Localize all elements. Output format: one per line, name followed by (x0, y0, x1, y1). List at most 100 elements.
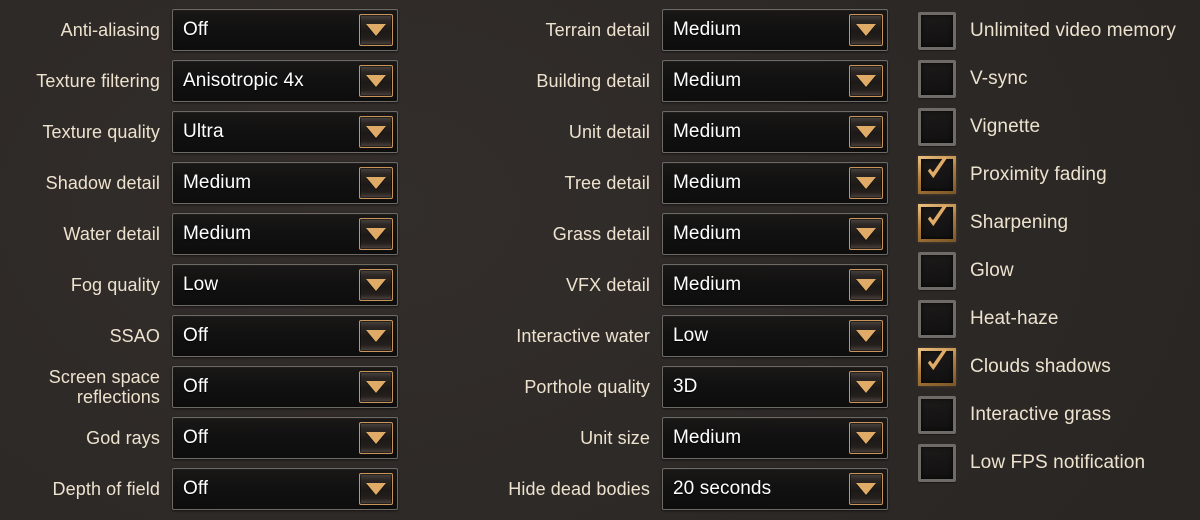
dropdown-anti-aliasing[interactable]: Off (172, 9, 398, 51)
chevron-down-icon[interactable] (359, 422, 393, 454)
chevron-down-icon[interactable] (359, 167, 393, 199)
dropdown-hide-dead-bodies[interactable]: 20 seconds (662, 468, 888, 510)
toggle-row-unlimited-video-memory[interactable]: Unlimited video memory (918, 11, 1200, 51)
chevron-down-icon[interactable] (849, 116, 883, 148)
chevron-down-icon[interactable] (359, 218, 393, 250)
check-icon (927, 348, 948, 371)
dropdown-terrain-detail[interactable]: Medium (662, 9, 888, 51)
dropdown-grass-detail[interactable]: Medium (662, 213, 888, 255)
dropdown-interactive-water[interactable]: Low (662, 315, 888, 357)
chevron-down-icon[interactable] (849, 14, 883, 46)
checkbox-unlimited-video-memory[interactable] (918, 12, 956, 50)
chevron-down-icon[interactable] (359, 269, 393, 301)
toggle-row-glow[interactable]: Glow (918, 251, 1200, 291)
setting-label-shadow-detail: Shadow detail (45, 173, 160, 193)
setting-row-screen-space-reflections: Screen space reflections Off (0, 366, 400, 408)
toggle-row-proximity-fading[interactable]: Proximity fading (918, 155, 1200, 195)
dropdown-god-rays[interactable]: Off (172, 417, 398, 459)
dropdown-depth-of-field[interactable]: Off (172, 468, 398, 510)
dropdown-value-screen-space-reflections: Off (183, 376, 209, 397)
chevron-down-icon[interactable] (849, 218, 883, 250)
toggle-label-vignette: Vignette (970, 116, 1041, 137)
toggle-label-proximity-fading: Proximity fading (970, 164, 1107, 185)
checkbox-v-sync[interactable] (918, 60, 956, 98)
toggle-row-v-sync[interactable]: V-sync (918, 59, 1200, 99)
chevron-down-icon[interactable] (359, 14, 393, 46)
setting-row-anti-aliasing: Anti-aliasing Off (0, 9, 400, 51)
dropdown-tree-detail[interactable]: Medium (662, 162, 888, 204)
chevron-down-icon[interactable] (359, 371, 393, 403)
chevron-down-glyph (856, 75, 876, 87)
setting-row-water-detail: Water detail Medium (0, 213, 400, 255)
dropdown-vfx-detail[interactable]: Medium (662, 264, 888, 306)
dropdown-screen-space-reflections[interactable]: Off (172, 366, 398, 408)
dropdown-value-interactive-water: Low (673, 325, 709, 346)
toggle-label-clouds-shadows: Clouds shadows (970, 356, 1111, 377)
chevron-down-icon[interactable] (359, 116, 393, 148)
checkbox-proximity-fading[interactable] (918, 156, 956, 194)
graphics-settings-panel: Anti-aliasing Off Texture filtering Anisotr… (0, 0, 1200, 520)
chevron-down-glyph (366, 75, 386, 87)
toggle-row-sharpening[interactable]: Sharpening (918, 203, 1200, 243)
checkbox-clouds-shadows[interactable] (918, 348, 956, 386)
dropdown-ssao[interactable]: Off (172, 315, 398, 357)
toggle-label-low-fps-notification: Low FPS notification (970, 452, 1146, 473)
chevron-down-icon[interactable] (849, 371, 883, 403)
checkbox-vignette[interactable] (918, 108, 956, 146)
chevron-down-icon[interactable] (849, 167, 883, 199)
toggle-row-low-fps-notification[interactable]: Low FPS notification (918, 443, 1200, 483)
checkbox-glow[interactable] (918, 252, 956, 290)
dropdown-value-texture-filtering: Anisotropic 4x (183, 70, 304, 91)
dropdown-texture-filtering[interactable]: Anisotropic 4x (172, 60, 398, 102)
setting-row-texture-filtering: Texture filtering Anisotropic 4x (0, 60, 400, 102)
setting-label-unit-detail: Unit detail (568, 122, 650, 142)
chevron-down-icon[interactable] (849, 422, 883, 454)
setting-label-hide-dead-bodies: Hide dead bodies (508, 479, 650, 499)
chevron-down-icon[interactable] (849, 473, 883, 505)
dropdown-fog-quality[interactable]: Low (172, 264, 398, 306)
chevron-down-glyph (366, 228, 386, 240)
setting-label-texture-quality: Texture quality (42, 122, 160, 142)
checkbox-low-fps-notification[interactable] (918, 444, 956, 482)
chevron-down-glyph (366, 24, 386, 36)
chevron-down-icon[interactable] (359, 65, 393, 97)
chevron-down-icon[interactable] (359, 473, 393, 505)
setting-row-grass-detail: Grass detail Medium (490, 213, 890, 255)
toggle-row-clouds-shadows[interactable]: Clouds shadows (918, 347, 1200, 387)
checkbox-heat-haze[interactable] (918, 300, 956, 338)
setting-row-ssao: SSAO Off (0, 315, 400, 357)
chevron-down-icon[interactable] (849, 320, 883, 352)
setting-row-vfx-detail: VFX detail Medium (490, 264, 890, 306)
checkbox-sharpening[interactable] (918, 204, 956, 242)
toggle-row-vignette[interactable]: Vignette (918, 107, 1200, 147)
chevron-down-glyph (366, 177, 386, 189)
dropdown-building-detail[interactable]: Medium (662, 60, 888, 102)
toggle-label-glow: Glow (970, 260, 1014, 281)
chevron-down-icon[interactable] (849, 269, 883, 301)
setting-row-unit-size: Unit size Medium (490, 417, 890, 459)
chevron-down-glyph (856, 381, 876, 393)
dropdown-porthole-quality[interactable]: 3D (662, 366, 888, 408)
dropdown-unit-detail[interactable]: Medium (662, 111, 888, 153)
toggle-label-interactive-grass: Interactive grass (970, 404, 1112, 425)
chevron-down-glyph (856, 432, 876, 444)
toggle-row-interactive-grass[interactable]: Interactive grass (918, 395, 1200, 435)
chevron-down-icon[interactable] (849, 65, 883, 97)
setting-row-tree-detail: Tree detail Medium (490, 162, 890, 204)
chevron-down-glyph (856, 483, 876, 495)
toggle-label-sharpening: Sharpening (970, 212, 1069, 233)
toggle-row-heat-haze[interactable]: Heat-haze (918, 299, 1200, 339)
setting-row-god-rays: God rays Off (0, 417, 400, 459)
dropdown-value-porthole-quality: 3D (673, 376, 698, 397)
chevron-down-icon[interactable] (359, 320, 393, 352)
checkbox-interactive-grass[interactable] (918, 396, 956, 434)
chevron-down-glyph (366, 330, 386, 342)
dropdown-texture-quality[interactable]: Ultra (172, 111, 398, 153)
dropdown-shadow-detail[interactable]: Medium (172, 162, 398, 204)
dropdown-unit-size[interactable]: Medium (662, 417, 888, 459)
dropdown-value-vfx-detail: Medium (673, 274, 742, 295)
dropdown-water-detail[interactable]: Medium (172, 213, 398, 255)
dropdown-value-unit-detail: Medium (673, 121, 742, 142)
check-icon (927, 156, 948, 179)
setting-label-depth-of-field: Depth of field (52, 479, 160, 499)
